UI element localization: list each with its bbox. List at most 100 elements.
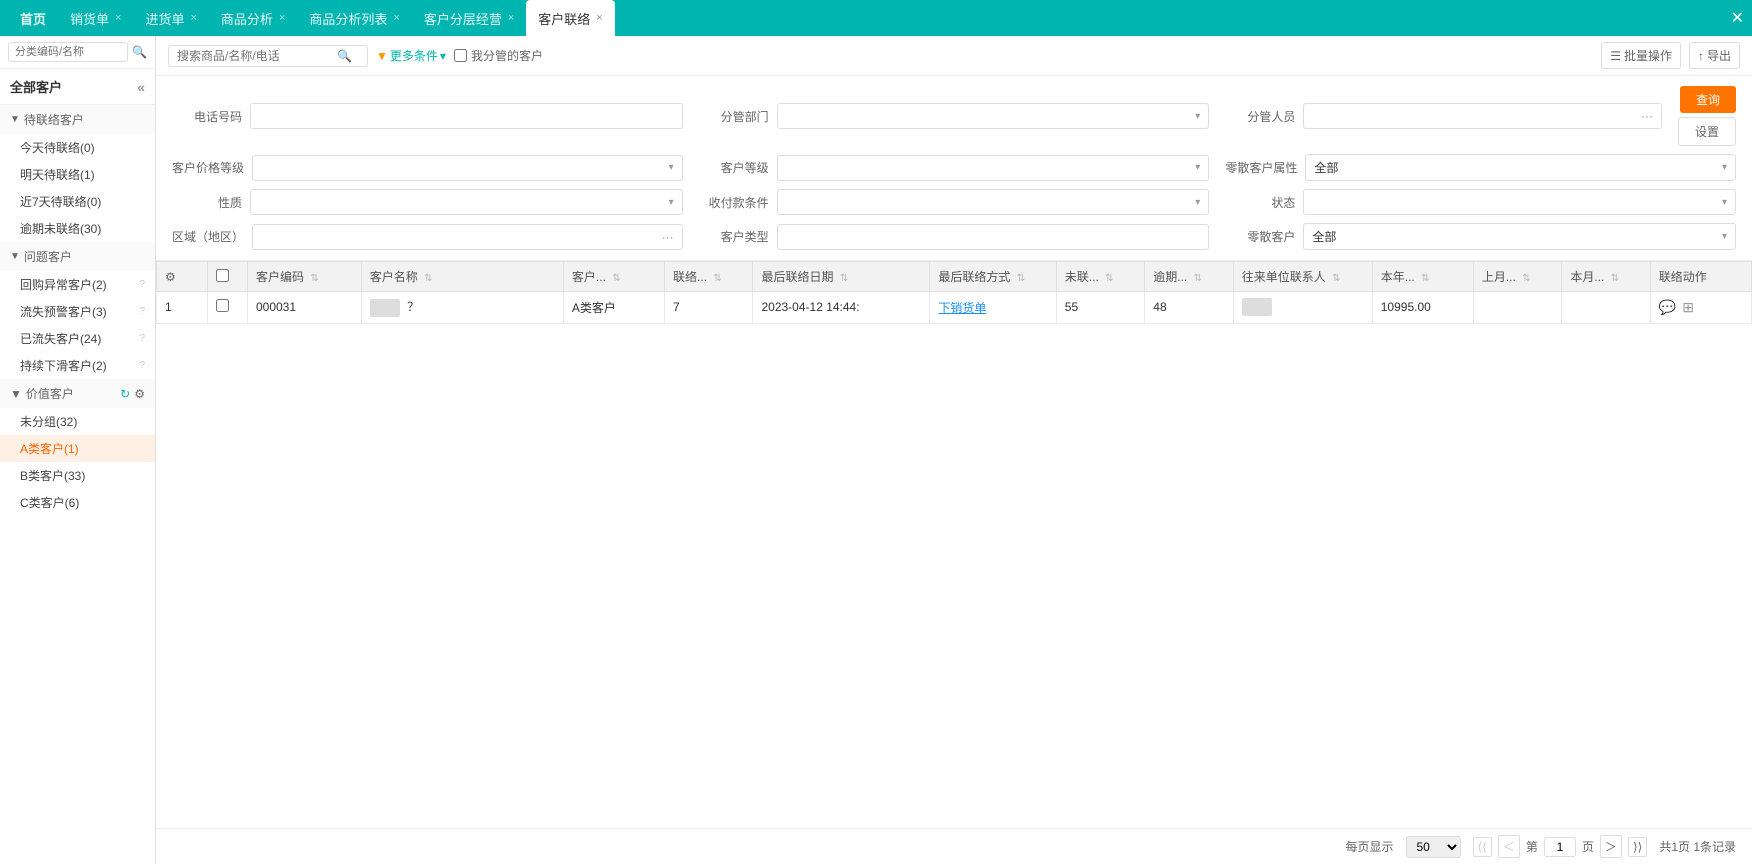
sort-type-icon[interactable]: ⇅ — [612, 273, 620, 284]
settings-button[interactable]: 设置 — [1678, 117, 1736, 146]
sidebar-item-b-class[interactable]: B类客户(33) — [0, 462, 155, 489]
col-header-settings[interactable]: ⚙ — [157, 262, 208, 292]
close-customer-layer-tab[interactable]: × — [508, 12, 514, 24]
sidebar-value-section: ▼ 价值客户 ↻ ⚙ 未分组(32) A类客户(1) B类客户(33) C类客户… — [0, 379, 155, 516]
cell-action: 💬 ⊞ — [1650, 292, 1751, 324]
sort-contact-icon[interactable]: ⇅ — [713, 273, 721, 284]
select-all-checkbox[interactable] — [216, 269, 229, 282]
export-btn[interactable]: ↑ 导出 — [1689, 42, 1740, 69]
toolbar-search-icon[interactable]: 🔍 — [337, 49, 352, 63]
page-size-select[interactable]: 50 10 20 100 — [1406, 836, 1461, 858]
all-customer-label: 全部客户 — [10, 77, 62, 96]
filter-payment: 收付款条件 ▾ — [699, 189, 1210, 215]
first-page-btn[interactable]: ⟨⟨ — [1473, 837, 1492, 857]
sidebar-search-input[interactable] — [8, 42, 128, 62]
filter-retail-customer-select[interactable]: 全部 ▾ — [1303, 223, 1736, 250]
last-page-btn[interactable]: ⟩⟩ — [1628, 837, 1647, 857]
filter-manager-area: 分管人员 ··· 查询 设置 — [1225, 86, 1736, 146]
row-checkbox[interactable] — [216, 299, 229, 312]
cell-history-contact — [1233, 292, 1372, 324]
help-icon-declining: ? — [139, 360, 145, 371]
sidebar-item-tomorrow[interactable]: 明天待联络(1) — [0, 161, 155, 188]
close-customer-contact-tab[interactable]: × — [596, 12, 602, 24]
help-icon-churn-warning: ? — [139, 306, 145, 317]
tab-customer-layer[interactable]: 客户分层经营 × — [412, 0, 526, 36]
sidebar-item-churn-warning[interactable]: 流失预警客户(3) ? — [0, 298, 155, 325]
filter-dept-select[interactable]: ▾ — [777, 103, 1210, 129]
tab-purchase[interactable]: 进货单 × — [133, 0, 208, 36]
table-row: 1 000031 ？ A类客户 — [157, 292, 1752, 324]
sort-thismonth-icon[interactable]: ⇅ — [1611, 273, 1619, 284]
sort-history-icon[interactable]: ⇅ — [1332, 273, 1340, 284]
tab-customer-contact[interactable]: 客户联络 × — [526, 0, 614, 36]
filter-customer-grade-select[interactable]: ▾ — [777, 155, 1210, 181]
value-settings-icon[interactable]: ⚙ — [134, 387, 145, 401]
sidebar: 🔍 全部客户 « ▼ 待联络客户 今天待联络(0) 明天待联络(1) 近7天待联… — [0, 36, 156, 864]
tab-goods-analysis[interactable]: 商品分析 × — [209, 0, 297, 36]
sort-year-icon[interactable]: ⇅ — [1421, 273, 1429, 284]
filter-customer-type-label: 客户类型 — [699, 228, 769, 245]
sidebar-item-overdue[interactable]: 逾期未联络(30) — [0, 215, 155, 242]
close-purchase-tab[interactable]: × — [190, 12, 196, 24]
filter-customer-type-input[interactable] — [777, 224, 1210, 250]
sidebar-item-a-class[interactable]: A类客户(1) — [0, 435, 155, 462]
tab-home[interactable]: 首页 — [8, 0, 58, 36]
current-page-input[interactable] — [1544, 837, 1576, 857]
query-button[interactable]: 查询 — [1680, 86, 1736, 113]
filter-nature-select[interactable]: ▾ — [250, 189, 683, 215]
sidebar-item-7days[interactable]: 近7天待联络(0) — [0, 188, 155, 215]
last-way-link[interactable]: 下销货单 — [938, 301, 986, 315]
sort-unlinkd-icon[interactable]: ⇅ — [1105, 273, 1113, 284]
sidebar-item-declining[interactable]: 持续下滑客户(2) ? — [0, 352, 155, 379]
cell-checkbox — [207, 292, 247, 324]
pending-contact-title[interactable]: ▼ 待联络客户 — [0, 105, 155, 134]
next-page-btn[interactable]: ＞ — [1600, 835, 1622, 858]
filter-retail-attr-select[interactable]: 全部 ▾ — [1305, 154, 1736, 181]
sidebar-item-repurchase-abnormal[interactable]: 回购异常客户(2) ? — [0, 271, 155, 298]
sidebar-search-icon[interactable]: 🔍 — [132, 45, 147, 59]
filter-nature: 性质 ▾ — [172, 189, 683, 215]
sort-overdue-icon[interactable]: ⇅ — [1194, 273, 1202, 284]
sort-last-date-icon[interactable]: ⇅ — [840, 273, 848, 284]
filter-price-grade-select[interactable]: ▾ — [252, 155, 683, 181]
filter-payment-select[interactable]: ▾ — [777, 189, 1210, 215]
filter-manager-label: 分管人员 — [1225, 108, 1295, 125]
sort-name-icon[interactable]: ⇅ — [424, 273, 432, 284]
close-goods-list-tab[interactable]: × — [393, 12, 399, 24]
sidebar-collapse-icon[interactable]: « — [137, 79, 145, 95]
window-close-button[interactable]: ✕ — [1731, 8, 1744, 28]
table-settings-icon[interactable]: ⚙ — [165, 270, 176, 284]
value-refresh-icon[interactable]: ↻ — [120, 387, 130, 401]
filter-dept-arrow: ▾ — [1195, 111, 1200, 122]
sort-code-icon[interactable]: ⇅ — [310, 273, 318, 284]
filter-phone-input[interactable] — [250, 103, 683, 129]
value-customer-title[interactable]: ▼ 价值客户 ↻ ⚙ — [0, 379, 155, 408]
close-goods-analysis-tab[interactable]: × — [279, 12, 285, 24]
col-header-thismonth: 本月... ⇅ — [1562, 262, 1650, 292]
sidebar-item-c-class[interactable]: C类客户(6) — [0, 489, 155, 516]
close-sales-tab[interactable]: × — [115, 12, 121, 24]
row-more-icon[interactable]: ⊞ — [1682, 299, 1694, 316]
sidebar-item-today[interactable]: 今天待联络(0) — [0, 134, 155, 161]
filter-region-input[interactable]: ··· — [252, 224, 683, 250]
col-header-action: 联络动作 — [1650, 262, 1751, 292]
problem-customer-title[interactable]: ▼ 问题客户 — [0, 242, 155, 271]
sidebar-item-churned[interactable]: 已流失客户(24) ? — [0, 325, 155, 352]
filter-status-select[interactable]: ▾ — [1303, 189, 1736, 215]
filter-more-btn[interactable]: ▼ 更多条件 ▾ — [376, 47, 446, 64]
filter-arrow-icon: ▾ — [440, 49, 446, 63]
tab-goods-analysis-list[interactable]: 商品分析列表 × — [297, 0, 411, 36]
sort-lastmonth-icon[interactable]: ⇅ — [1522, 273, 1530, 284]
row-contact-icon[interactable]: 💬 — [1659, 299, 1676, 316]
filter-nature-arrow: ▾ — [669, 197, 674, 208]
col-header-history: 往来单位联系人 ⇅ — [1233, 262, 1372, 292]
tab-sales[interactable]: 销货单 × — [58, 0, 133, 36]
batch-operation-btn[interactable]: ☰ 批量操作 — [1601, 42, 1681, 69]
sidebar-item-ungrouped[interactable]: 未分组(32) — [0, 408, 155, 435]
my-customer-checkbox[interactable] — [454, 49, 467, 62]
filter-manager-input[interactable]: ··· — [1303, 103, 1662, 129]
sort-last-way-icon[interactable]: ⇅ — [1017, 273, 1025, 284]
sidebar-pending-section: ▼ 待联络客户 今天待联络(0) 明天待联络(1) 近7天待联络(0) 逾期未联… — [0, 105, 155, 242]
toolbar-search-input[interactable] — [177, 49, 337, 63]
prev-page-btn[interactable]: ＜ — [1498, 835, 1520, 858]
